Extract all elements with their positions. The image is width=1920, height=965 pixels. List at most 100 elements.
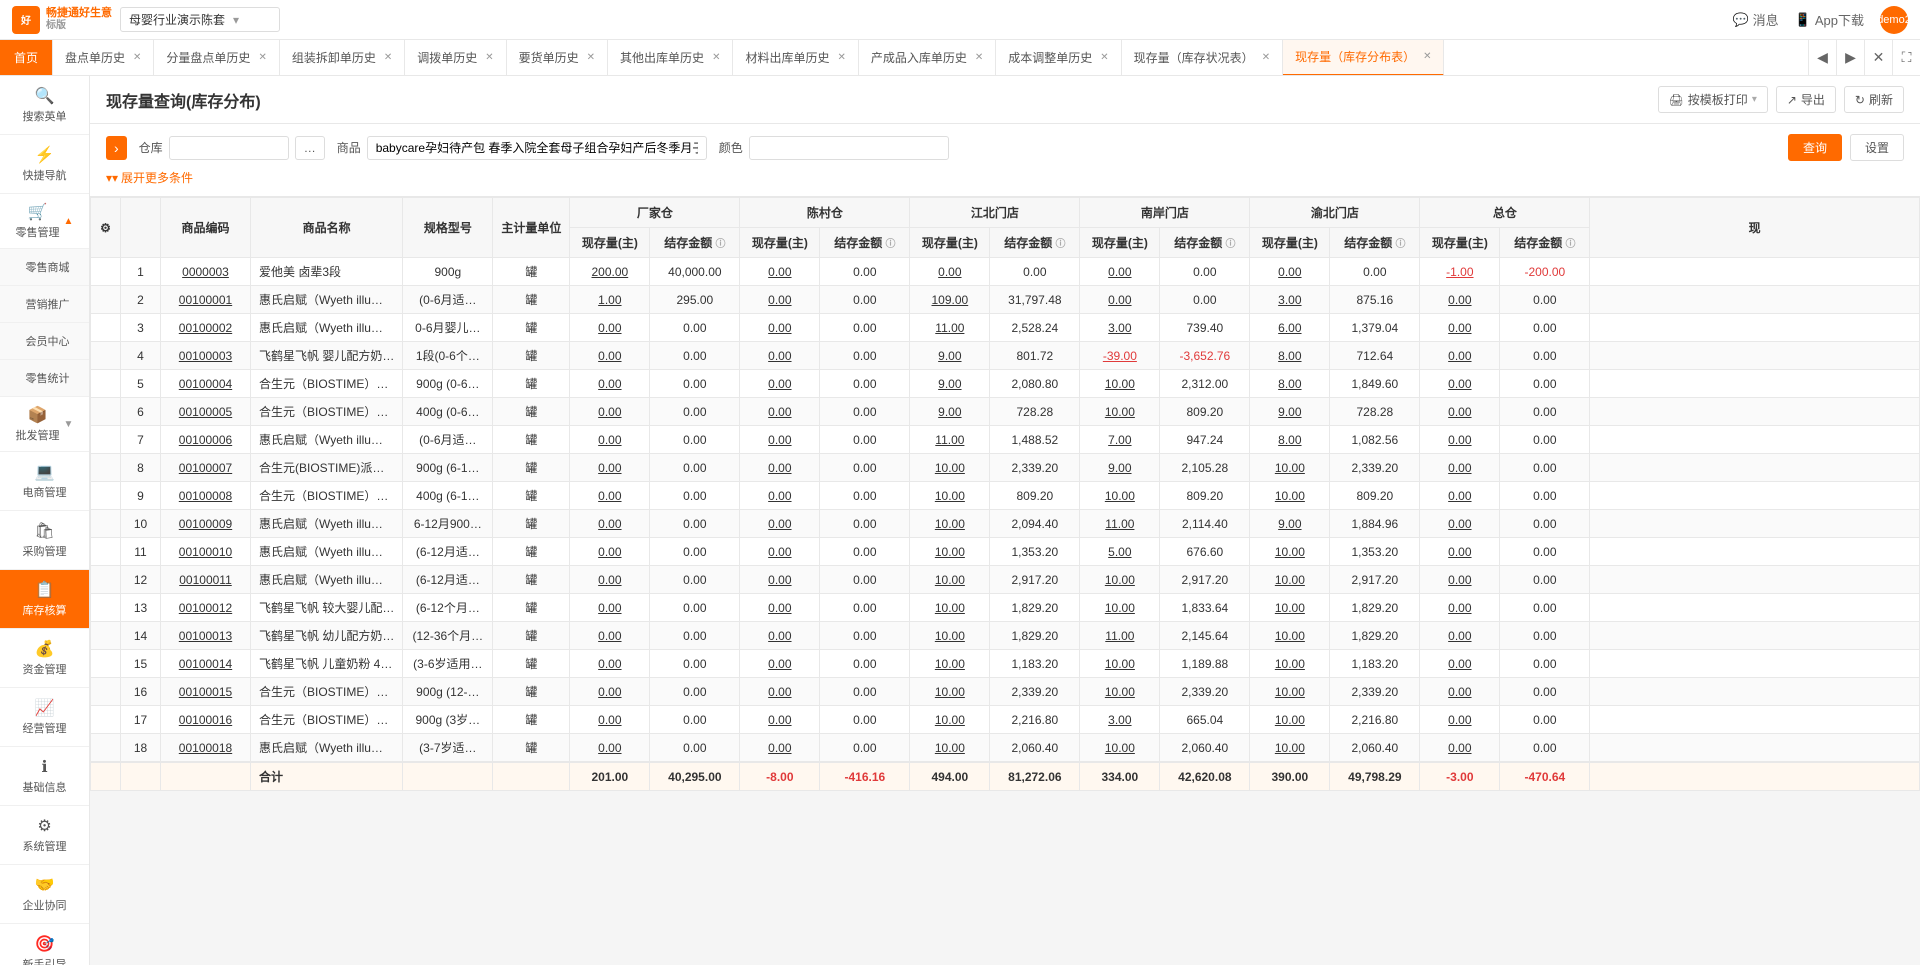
cell-unit: 罐 — [493, 454, 570, 482]
close-icon[interactable]: ✕ — [133, 52, 141, 63]
query-button[interactable]: 查询 — [1788, 134, 1842, 161]
expand-conditions-btn[interactable]: ▾▾ 展开更多条件 — [106, 169, 1904, 186]
info-icon[interactable]: ⓘ — [716, 239, 726, 250]
tab-material-out[interactable]: 材料出库单历史 ✕ — [733, 40, 858, 76]
cell-total-amt: 0.00 — [1500, 538, 1590, 566]
message-btn[interactable]: 💬 消息 — [1732, 10, 1778, 29]
cell-no: 1 — [121, 258, 161, 286]
tab-stock-distribution[interactable]: 现存量（库存分布表） ✕ — [1283, 40, 1444, 76]
close-icon[interactable]: ✕ — [1423, 51, 1431, 62]
cell-factory-amt: 40,000.00 — [650, 258, 740, 286]
info-icon[interactable]: ⓘ — [1396, 239, 1406, 250]
info-icon[interactable]: ⓘ — [886, 239, 896, 250]
cell-yubei-qty: 10.00 — [1250, 454, 1330, 482]
close-icon[interactable]: ✕ — [485, 52, 493, 63]
cell-jiangbei-qty: 10.00 — [910, 650, 990, 678]
cell-yubei-qty: 10.00 — [1250, 650, 1330, 678]
cell-total-amt: 0.00 — [1500, 342, 1590, 370]
cell-settings — [91, 454, 121, 482]
tab-portion-inventory[interactable]: 分量盘点单历史 ✕ — [154, 40, 279, 76]
warehouse-input[interactable] — [169, 136, 289, 160]
sidebar-item-nav[interactable]: ⚡ 快捷导航 — [0, 135, 89, 194]
avatar[interactable]: demo2 — [1880, 6, 1908, 34]
sidebar-item-operations[interactable]: 📈 经营管理 — [0, 688, 89, 747]
sidebar-item-inventory[interactable]: 📋 库存核算 — [0, 570, 89, 629]
close-icon[interactable]: ✕ — [384, 52, 392, 63]
sidebar-item-basic-info[interactable]: ℹ 基础信息 — [0, 747, 89, 806]
product-input[interactable] — [367, 136, 707, 160]
sidebar-item-retail-mgmt[interactable]: 🛒 零售管理 ▲ — [0, 194, 89, 249]
close-icon[interactable]: ✕ — [1262, 52, 1270, 63]
export-button[interactable]: ↗ 导出 — [1776, 86, 1836, 113]
cell-settings — [91, 538, 121, 566]
sidebar-item-system[interactable]: ⚙ 系统管理 — [0, 806, 89, 865]
refresh-button[interactable]: ↻ 刷新 — [1844, 86, 1904, 113]
cell-factory-amt: 0.00 — [650, 566, 740, 594]
sidebar-item-purchase[interactable]: 🛍 采购管理 — [0, 511, 89, 570]
top-bar: 好 畅捷通好生意 标版 母婴行业演示陈套 ▾ 💬 消息 📱 App下载 demo… — [0, 0, 1920, 40]
info-icon[interactable]: ⓘ — [1566, 239, 1576, 250]
sidebar-item-member[interactable]: 会员中心 — [0, 323, 89, 360]
sidebar-item-retail-stats[interactable]: 零售统计 — [0, 360, 89, 397]
sidebar-item-label: 零售管理 — [16, 224, 60, 240]
tab-home[interactable]: 首页 — [0, 40, 53, 76]
sidebar-item-retail-mall[interactable]: 零售商城 — [0, 249, 89, 286]
cell-yubei-amt: 1,082.56 — [1330, 426, 1420, 454]
tab-stock-status[interactable]: 现存量（库存状况表） ✕ — [1122, 40, 1283, 76]
sidebar-item-search[interactable]: 🔍 搜索英单 — [0, 76, 89, 135]
cell-chencun-qty: 0.00 — [740, 370, 820, 398]
th-group-jiangbei: 江北门店 — [910, 198, 1080, 228]
action-buttons: 查询 设置 — [1788, 134, 1904, 161]
warehouse-ellipsis-btn[interactable]: … — [295, 136, 325, 160]
tab-assembly[interactable]: 组装拆卸单历史 ✕ — [280, 40, 405, 76]
close-icon[interactable]: ✕ — [587, 52, 595, 63]
settings-button[interactable]: 设置 — [1850, 134, 1904, 161]
cell-factory-qty: 0.00 — [570, 426, 650, 454]
cell-chencun-qty: 0.00 — [740, 538, 820, 566]
tab-transfer[interactable]: 调拨单历史 ✕ — [405, 40, 506, 76]
sidebar-item-wholesale[interactable]: 📦 批发管理 ▼ — [0, 397, 89, 452]
sidebar-item-label: 库存核算 — [6, 602, 83, 618]
sidebar-item-collaboration[interactable]: 🤝 企业协同 — [0, 865, 89, 924]
sidebar-item-finance[interactable]: 💰 资金管理 — [0, 629, 89, 688]
close-icon[interactable]: ✕ — [837, 52, 845, 63]
cell-nanan-amt: -3,652.76 — [1160, 342, 1250, 370]
close-icon[interactable]: ✕ — [975, 52, 983, 63]
tab-expand-btn[interactable]: ⛶ — [1892, 40, 1920, 76]
cell-nanan-qty: 7.00 — [1080, 426, 1160, 454]
cell-jiangbei-amt: 809.20 — [990, 482, 1080, 510]
sidebar-item-guide[interactable]: 🎯 新手引导 — [0, 924, 89, 965]
cell-jiangbei-qty: 10.00 — [910, 734, 990, 763]
table-settings-icon[interactable]: ⚙ — [100, 221, 111, 235]
close-icon[interactable]: ✕ — [258, 52, 266, 63]
tab-other-out[interactable]: 其他出库单历史 ✕ — [608, 40, 733, 76]
info-icon[interactable]: ⓘ — [1056, 239, 1066, 250]
company-dropdown[interactable]: 母婴行业演示陈套 ▾ — [120, 7, 280, 32]
sidebar-item-label: 资金管理 — [6, 661, 83, 677]
color-input[interactable] — [749, 136, 949, 160]
shopping-icon: 🛍 — [6, 521, 83, 541]
info-icon[interactable]: ⓘ — [1226, 239, 1236, 250]
tab-inventory-history[interactable]: 盘点单历史 ✕ — [53, 40, 154, 76]
tab-product-in[interactable]: 产成品入库单历史 ✕ — [859, 40, 996, 76]
cell-factory-amt: 0.00 — [650, 650, 740, 678]
cell-name: 惠氏启赋（Wyeth illu… — [251, 314, 403, 342]
cell-name: 飞鹤星飞帆 较大婴儿配… — [251, 594, 403, 622]
cell-chencun-amt: 0.00 — [820, 622, 910, 650]
print-button[interactable]: 🖨 按模板打印 ▾ — [1658, 86, 1768, 113]
sidebar-item-marketing[interactable]: 营销推广 — [0, 286, 89, 323]
tab-close-btn[interactable]: ✕ — [1864, 40, 1892, 76]
cell-factory-qty: 0.00 — [570, 342, 650, 370]
cell-total-amt: 0.00 — [1500, 566, 1590, 594]
close-icon[interactable]: ✕ — [712, 52, 720, 63]
close-icon[interactable]: ✕ — [1100, 52, 1108, 63]
app-download-btn[interactable]: 📱 App下载 — [1795, 10, 1864, 29]
collapse-btn[interactable]: › — [106, 136, 127, 160]
sidebar-item-label: 系统管理 — [6, 838, 83, 854]
tab-prev-btn[interactable]: ◀ — [1808, 40, 1836, 76]
tab-cost-adjust[interactable]: 成本调整单历史 ✕ — [996, 40, 1121, 76]
cell-code: 00100005 — [161, 398, 251, 426]
sidebar-item-ecommerce[interactable]: 💻 电商管理 — [0, 452, 89, 511]
tab-demand[interactable]: 要货单历史 ✕ — [507, 40, 608, 76]
tab-next-btn[interactable]: ▶ — [1836, 40, 1864, 76]
